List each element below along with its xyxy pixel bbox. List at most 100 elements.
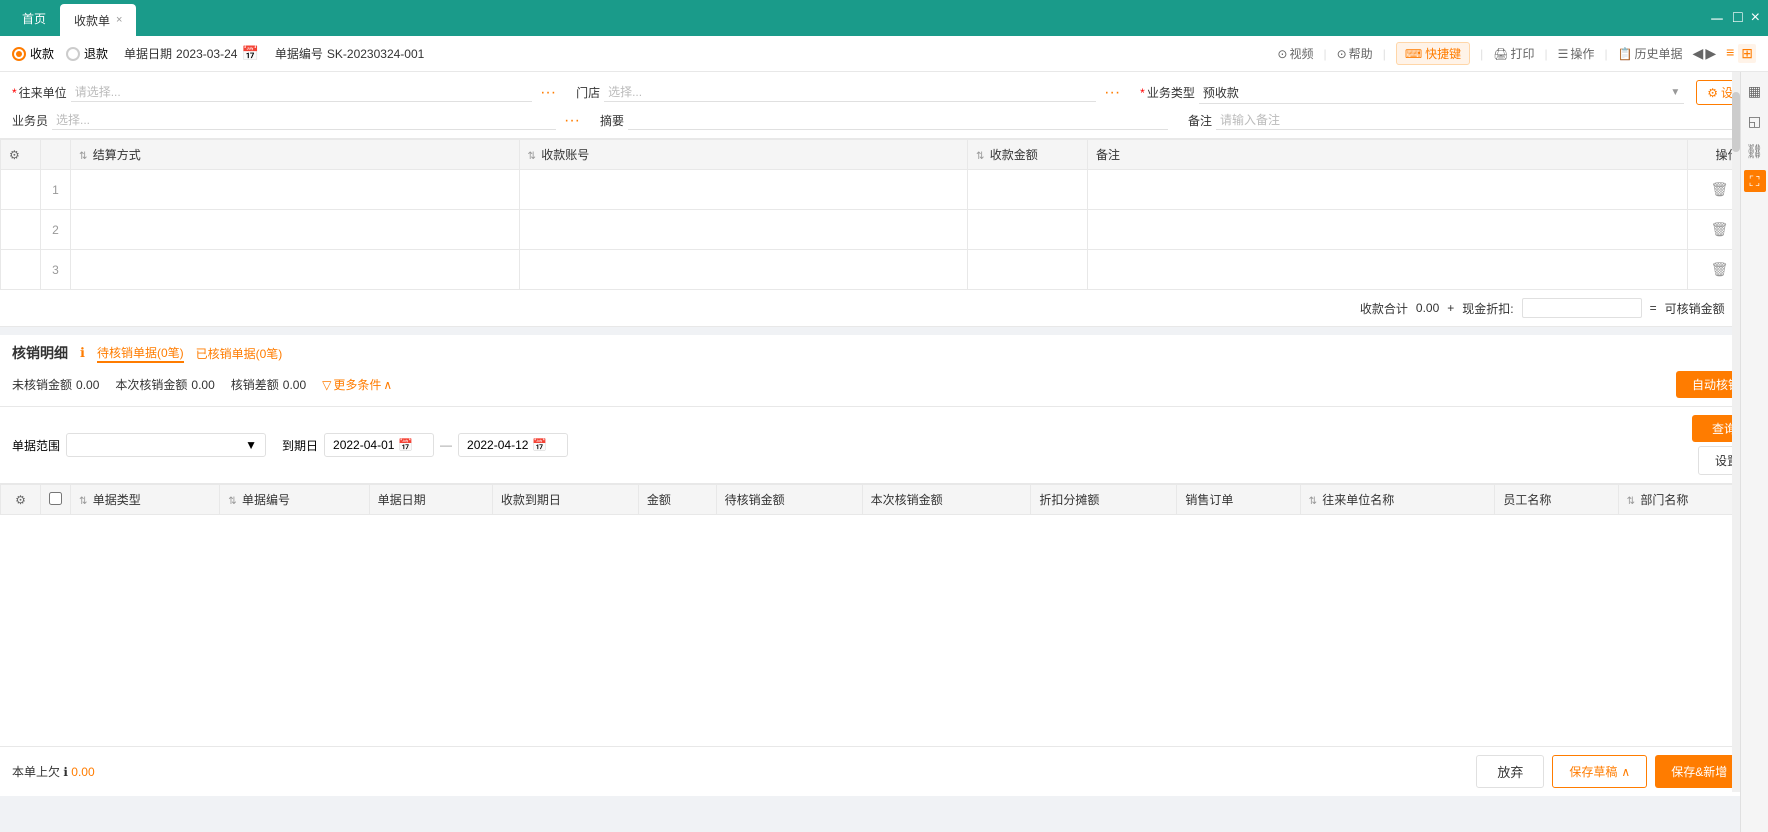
business-type-label: 业务类型 (1140, 84, 1195, 101)
video-link[interactable]: ⊙ 视频 (1277, 45, 1313, 62)
staff-field: 业务员 ··· (12, 111, 580, 130)
done-tab[interactable]: 已核销单据(0笔) (196, 345, 283, 362)
bottom-col-checkbox (41, 485, 71, 515)
more-conditions-btn[interactable]: ▽ 更多条件 ∧ (322, 376, 392, 393)
shop-more-btn[interactable]: ··· (1104, 84, 1120, 102)
sidebar-icon-3[interactable]: ⛓ (1744, 140, 1766, 162)
row-2-settlement[interactable] (71, 210, 520, 250)
draft-dropdown-icon: ∧ (1621, 765, 1630, 779)
sidebar-icon-2[interactable]: ◱ (1744, 110, 1766, 132)
col-amount-header: ⇅ 收款金额 (968, 140, 1088, 170)
select-all-checkbox[interactable] (49, 492, 62, 505)
gear-icon: ⚙ (1707, 86, 1718, 100)
single-date-field: 单据日期 2023-03-24 📅 (124, 45, 259, 62)
row-2-account[interactable] (519, 210, 968, 250)
bottom-col-due-date: 收款到期日 (492, 485, 638, 515)
window-maximize-icon[interactable]: □ (1733, 9, 1743, 27)
table-row: 1 🗑 ⧉ (1, 170, 1768, 210)
row-1-delete-icon[interactable]: 🗑 (1711, 181, 1729, 198)
remark-field: 备注 (1188, 111, 1756, 130)
business-type-field: 业务类型 预收款 ▼ (1140, 82, 1684, 104)
summary-field: 摘要 (600, 111, 1168, 130)
row-1-amount[interactable] (968, 170, 1088, 210)
sidebar-icon-1[interactable]: ▦ (1744, 80, 1766, 102)
list-view-icon[interactable]: ≡ (1726, 44, 1734, 63)
staff-input[interactable] (52, 111, 556, 130)
date-calendar-icon[interactable]: 📅 (241, 45, 258, 62)
right-sidebar: ▦ ◱ ⛓ ⛶ (1740, 72, 1768, 832)
shop-label: 门店 (576, 84, 600, 101)
col-settings-header: ⚙ (1, 140, 41, 170)
summary-input[interactable] (628, 111, 1168, 130)
range-label: 单据范围 (12, 437, 60, 454)
bottom-col-discount: 折扣分摊额 (1031, 485, 1177, 515)
draft-button[interactable]: 保存草稿 ∧ (1552, 755, 1647, 788)
remark-input[interactable] (1216, 111, 1756, 130)
bottom-section: 核销明细 ℹ 待核销单据(0笔) 已核销单据(0笔) 未核销金额 0.00 本次… (0, 327, 1768, 796)
partner-label: 往来单位 (12, 84, 67, 101)
main-table: ⚙ ⇅ 结算方式 ⇅ 收款账号 ⇅ 收款金额 (0, 139, 1768, 290)
single-no-field: 单据编号 SK-20230324-001 (275, 45, 424, 62)
shortcut-button[interactable]: ⌨ 快捷键 (1396, 42, 1470, 65)
verify-stats: 未核销金额 0.00 本次核销金额 0.00 核销差额 0.00 ▽ 更多条件 … (0, 367, 1768, 407)
summary-row: 收款合计 0.00 + 现金折扣: = 可核销金额 0.00 (0, 290, 1768, 327)
operation-link[interactable]: ☰ 操作 (1558, 45, 1595, 62)
main-table-section: ⚙ ⇅ 结算方式 ⇅ 收款账号 ⇅ 收款金额 (0, 139, 1768, 290)
row-3-amount[interactable] (968, 250, 1088, 290)
row-3-account[interactable] (519, 250, 968, 290)
row-2-delete-icon[interactable]: 🗑 (1711, 221, 1729, 238)
col-settlement-header: ⇅ 结算方式 (71, 140, 520, 170)
partner-more-btn[interactable]: ··· (540, 84, 556, 102)
row-1-account[interactable] (519, 170, 968, 210)
due-date-to-input[interactable]: 2022-04-12 📅 (458, 433, 568, 457)
bottom-table-settings-icon[interactable]: ⚙ (15, 493, 26, 507)
row-3-settlement[interactable] (71, 250, 520, 290)
row-3-remark[interactable] (1088, 250, 1688, 290)
equals-label: = (1650, 301, 1657, 315)
main-content: 收款 退款 单据日期 2023-03-24 📅 单据编号 SK-20230324… (0, 36, 1768, 796)
scrollbar-thumb[interactable] (1732, 92, 1740, 152)
window-minimize-icon[interactable]: － (1709, 6, 1725, 30)
footer: 本单上欠 ℹ 0.00 放弃 保存草稿 ∧ 保存&新增 ∧ (0, 746, 1768, 796)
row-2-remark[interactable] (1088, 210, 1688, 250)
staff-more-btn[interactable]: ··· (564, 112, 580, 130)
business-type-select[interactable]: 预收款 ▼ (1199, 82, 1684, 104)
partner-input[interactable] (71, 83, 532, 102)
grid-view-icon[interactable]: ⊞ (1738, 44, 1756, 63)
shop-input[interactable] (604, 83, 1096, 102)
verify-info-icon[interactable]: ℹ (80, 345, 85, 361)
window-close-icon[interactable]: × (1751, 9, 1760, 27)
calendar-to-icon[interactable]: 📅 (532, 438, 547, 452)
radio-refund-circle (66, 47, 80, 61)
due-date-from-input[interactable]: 2022-04-01 📅 (324, 433, 434, 457)
row-1-settlement[interactable] (71, 170, 520, 210)
row-1-remark[interactable] (1088, 170, 1688, 210)
sidebar-icon-4[interactable]: ⛶ (1744, 170, 1766, 192)
tab-close-icon[interactable]: × (116, 14, 122, 26)
calendar-from-icon[interactable]: 📅 (398, 438, 413, 452)
tab-home[interactable]: 首页 (8, 0, 60, 36)
prev-arrow[interactable]: ◀ (1693, 45, 1704, 62)
footer-info-icon[interactable]: ℹ (63, 765, 68, 779)
radio-refund[interactable]: 退款 (66, 45, 108, 62)
range-select[interactable]: ▼ (66, 433, 266, 457)
footer-info: 本单上欠 ℹ 0.00 (12, 763, 95, 780)
bottom-col-partner: ⇅ 往来单位名称 (1300, 485, 1495, 515)
net-amount-label: 可核销金额 (1665, 300, 1725, 317)
table-settings-icon[interactable]: ⚙ (9, 148, 20, 162)
history-link[interactable]: 📋 历史单据 (1618, 45, 1683, 62)
discard-button[interactable]: 放弃 (1476, 755, 1544, 788)
help-link[interactable]: ⊙ 帮助 (1337, 45, 1373, 62)
form-row-1: 往来单位 ··· 门店 ··· 业务类型 预收款 ▼ (12, 80, 1756, 105)
range-dropdown-icon: ▼ (245, 438, 257, 452)
print-link[interactable]: 🖨 打印 (1493, 45, 1534, 62)
tab-receipt[interactable]: 收款单 × (60, 4, 136, 36)
next-arrow[interactable]: ▶ (1705, 45, 1716, 62)
pending-tab[interactable]: 待核销单据(0笔) (97, 344, 184, 363)
discount-input[interactable] (1522, 298, 1642, 318)
row-2-amount[interactable] (968, 210, 1088, 250)
tab-bar-right: － □ × (1709, 6, 1760, 30)
discount-label: 现金折扣: (1462, 300, 1513, 317)
radio-receipt[interactable]: 收款 (12, 45, 54, 62)
row-3-delete-icon[interactable]: 🗑 (1711, 261, 1729, 278)
